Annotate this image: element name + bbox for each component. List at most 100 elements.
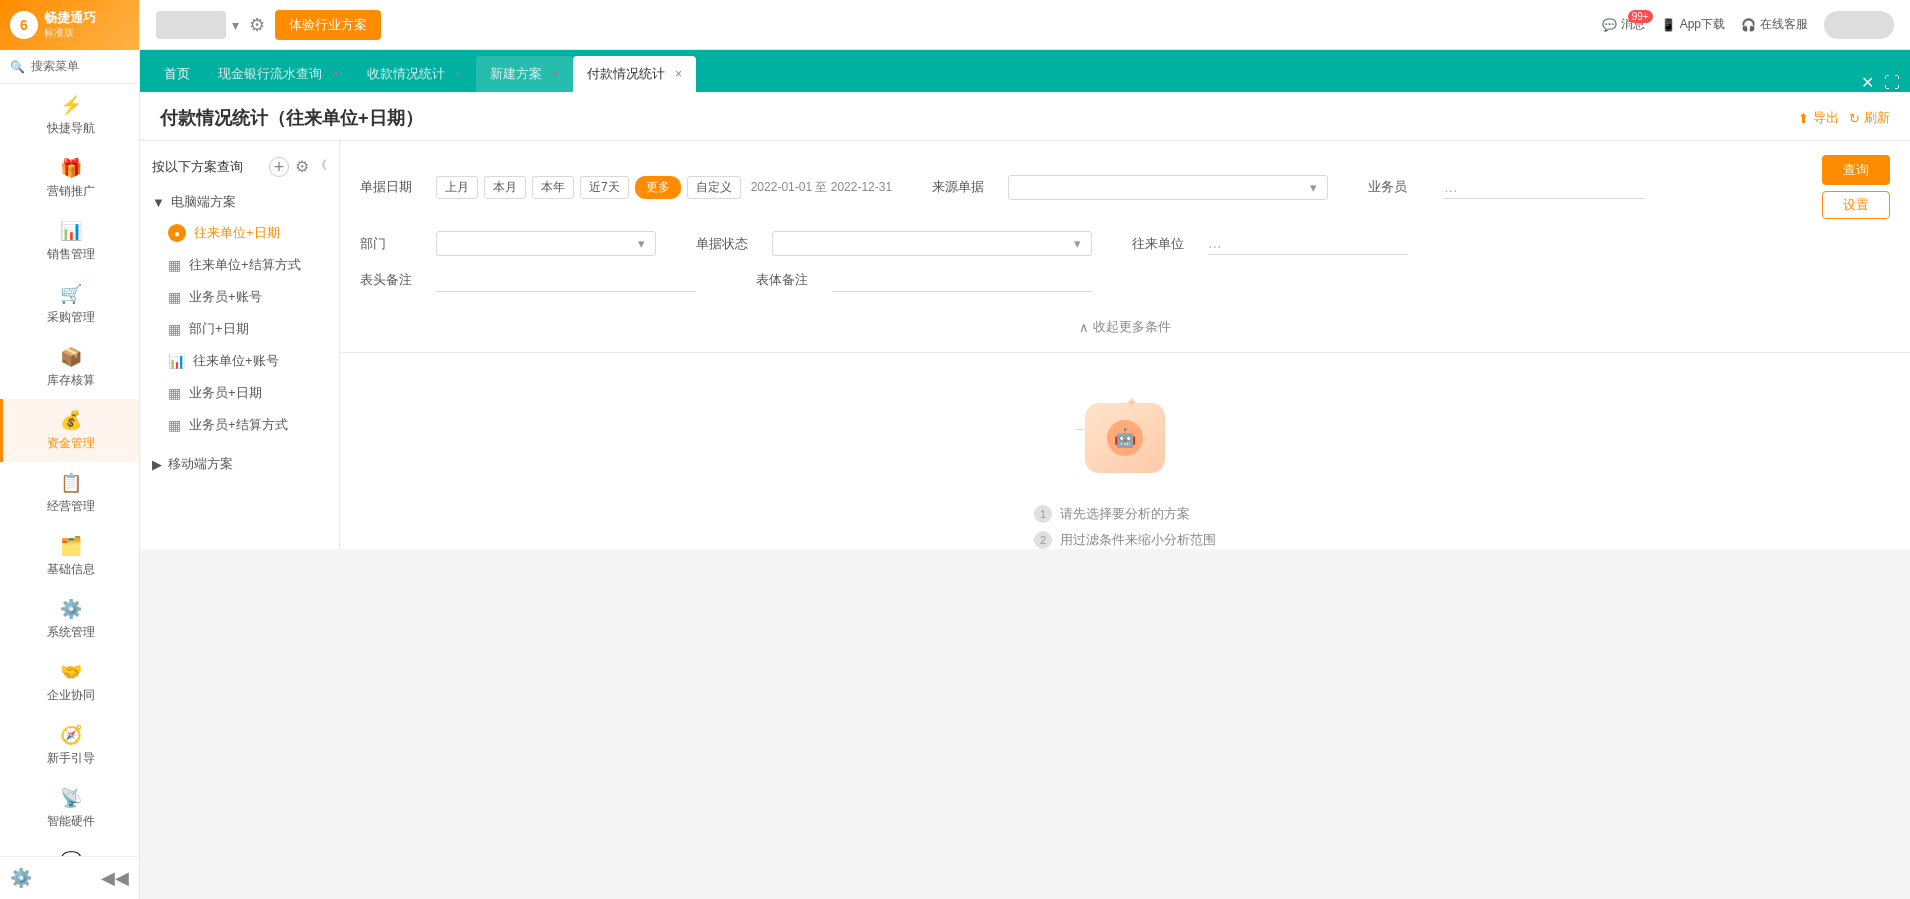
finance-icon: 💰 xyxy=(60,409,82,431)
trading-dots: ... xyxy=(1208,234,1408,252)
scheme-staff-settle[interactable]: ▦ 业务员+结算方式 xyxy=(140,409,339,441)
collapse-panel-icon[interactable]: 《 xyxy=(315,157,327,177)
right-content: 单据日期 上月 本月 本年 近7天 更多 自定义 2022-01-01 至 20… xyxy=(340,141,1910,549)
date-btn-last-month[interactable]: 上月 xyxy=(436,176,478,199)
scheme-icon: ▦ xyxy=(168,257,181,273)
tab-bank-flow-close[interactable]: × xyxy=(332,67,339,81)
sidebar-item-hardware[interactable]: 📡 智能硬件 xyxy=(0,777,139,840)
sidebar-item-finance[interactable]: 💰 资金管理 xyxy=(0,399,139,462)
sidebar-item-wechat[interactable]: 💬 企业微信 xyxy=(0,840,139,856)
scheme-dept-date[interactable]: ▦ 部门+日期 xyxy=(140,313,339,345)
sidebar-item-guide[interactable]: 🧭 新手引导 xyxy=(0,714,139,777)
group-arrow-icon: ▶ xyxy=(152,457,162,472)
tab-receipt-stats[interactable]: 收款情况统计 × xyxy=(353,56,476,92)
settings-scheme-icon[interactable]: ⚙ xyxy=(295,157,309,177)
date-btn-this-month[interactable]: 本月 xyxy=(484,176,526,199)
date-filter-btns: 上月 本月 本年 近7天 更多 自定义 2022-01-01 至 2022-12… xyxy=(436,176,892,199)
scheme-icon: ▦ xyxy=(168,417,181,433)
topbar-actions: 💬 消息 99+ 📱 App下载 🎧 在线客服 xyxy=(1602,11,1894,39)
collapse-sidebar-icon[interactable]: ◀◀ xyxy=(101,867,129,889)
tab-bank-flow[interactable]: 现金银行流水查询 × xyxy=(204,56,353,92)
sidebar-item-operation[interactable]: 📋 经营管理 xyxy=(0,462,139,525)
source-filter-label: 来源单据 xyxy=(932,178,988,196)
body-note-input[interactable] xyxy=(832,268,1092,292)
sidebar-search[interactable]: 🔍 搜索菜单 xyxy=(0,50,139,84)
scheme-trading-account[interactable]: 📊 往来单位+账号 xyxy=(140,345,339,377)
tab-close-all-icon[interactable]: ✕ xyxy=(1861,73,1874,92)
sidebar-item-label: 快捷导航 xyxy=(47,120,95,137)
tab-receipt-stats-close[interactable]: × xyxy=(455,67,462,81)
mobile-schemes-group[interactable]: ▶ 移动端方案 xyxy=(140,449,339,479)
search-label: 搜索菜单 xyxy=(31,58,79,75)
page-title: 付款情况统计（往来单位+日期） xyxy=(160,106,423,130)
add-scheme-icon[interactable]: + xyxy=(269,157,289,177)
date-btn-last-7-days[interactable]: 近7天 xyxy=(580,176,629,199)
user-selector[interactable]: ▾ xyxy=(156,11,239,39)
collapse-filter-btn[interactable]: ∧ 收起更多条件 xyxy=(1079,312,1171,342)
sidebar-item-label: 系统管理 xyxy=(47,624,95,641)
scheme-label: 往来单位+日期 xyxy=(194,224,280,242)
staff-dots: ... xyxy=(1444,178,1644,196)
online-service-btn[interactable]: 🎧 在线客服 xyxy=(1741,16,1808,33)
date-btn-this-year[interactable]: 本年 xyxy=(532,176,574,199)
tab-new-scheme-close[interactable]: × xyxy=(552,67,559,81)
tab-expand-icon[interactable]: ⛶ xyxy=(1884,74,1900,92)
sidebar-item-purchase[interactable]: 🛒 采购管理 xyxy=(0,273,139,336)
scheme-trading-settle[interactable]: ▦ 往来单位+结算方式 xyxy=(140,249,339,281)
desktop-schemes-group[interactable]: ▼ 电脑端方案 xyxy=(140,187,339,217)
sidebar-item-quick-nav[interactable]: ⚡ 快捷导航 xyxy=(0,84,139,147)
doc-status-select[interactable]: ▾ xyxy=(772,231,1092,256)
tab-new-scheme[interactable]: 新建方案 × xyxy=(476,56,573,92)
sidebar-item-label: 库存核算 xyxy=(47,372,95,389)
step-1-num: 1 xyxy=(1034,505,1052,523)
trial-button[interactable]: 体验行业方案 xyxy=(275,10,381,40)
settings-footer-icon[interactable]: ⚙️ xyxy=(10,867,32,889)
empty-state: 🤖 ✦ — 1 请先选择要分析的方案 2 用过滤条件 xyxy=(340,353,1910,549)
export-label: 导出 xyxy=(1813,109,1839,127)
sidebar-item-enterprise[interactable]: 🤝 企业协同 xyxy=(0,651,139,714)
scheme-trading-date[interactable]: ● 往来单位+日期 xyxy=(140,217,339,249)
source-select[interactable]: ▾ xyxy=(1008,175,1328,200)
user-dropdown-icon[interactable]: ▾ xyxy=(232,17,239,33)
dept-select[interactable]: ▾ xyxy=(436,231,656,256)
sidebar-item-label: 新手引导 xyxy=(47,750,95,767)
settings-button[interactable]: 设置 xyxy=(1822,191,1890,219)
scheme-staff-date[interactable]: ▦ 业务员+日期 xyxy=(140,377,339,409)
sidebar-item-label: 资金管理 xyxy=(47,435,95,452)
inventory-icon: 📦 xyxy=(60,346,82,368)
sidebar-item-system[interactable]: ⚙️ 系统管理 xyxy=(0,588,139,651)
date-btn-custom[interactable]: 自定义 xyxy=(687,176,741,199)
tab-home[interactable]: 首页 xyxy=(150,56,204,92)
sidebar-item-inventory[interactable]: 📦 库存核算 xyxy=(0,336,139,399)
filter-row-1: 单据日期 上月 本月 本年 近7天 更多 自定义 2022-01-01 至 20… xyxy=(360,155,1890,219)
topbar: ▾ ⚙ 体验行业方案 💬 消息 99+ 📱 App下载 🎧 在线客服 xyxy=(140,0,1910,50)
tab-payment-stats[interactable]: 付款情况统计 × xyxy=(573,56,696,92)
sidebar-item-label: 智能硬件 xyxy=(47,813,95,830)
doc-status-filter-label: 单据状态 xyxy=(696,235,752,253)
body-area: 按以下方案查询 + ⚙ 《 ▼ 电脑端方案 ● 往来单位+日期 xyxy=(140,141,1910,549)
query-button[interactable]: 查询 xyxy=(1822,155,1890,185)
body-note-label: 表体备注 xyxy=(756,271,812,289)
topbar-settings-icon[interactable]: ⚙ xyxy=(249,14,265,36)
message-btn[interactable]: 💬 消息 99+ xyxy=(1602,16,1645,33)
sidebar-item-sales[interactable]: 📊 销售管理 xyxy=(0,210,139,273)
date-range-display: 2022-01-01 至 2022-12-31 xyxy=(751,179,892,196)
app-icon: 📱 xyxy=(1661,18,1676,32)
sidebar-item-marketing[interactable]: 🎁 营销推广 xyxy=(0,147,139,210)
export-button[interactable]: ⬆ 导出 xyxy=(1798,109,1839,127)
sidebar-item-basic[interactable]: 🗂️ 基础信息 xyxy=(0,525,139,588)
left-panel-header-actions: + ⚙ 《 xyxy=(269,157,327,177)
header-note-input[interactable] xyxy=(436,268,696,292)
refresh-button[interactable]: ↻ 刷新 xyxy=(1849,109,1890,127)
app-download-btn[interactable]: 📱 App下载 xyxy=(1661,16,1725,33)
step-2-num: 2 xyxy=(1034,531,1052,549)
user-right-avatar[interactable] xyxy=(1824,11,1894,39)
staff-input-area[interactable]: ... xyxy=(1444,176,1644,199)
date-btn-more[interactable]: 更多 xyxy=(635,176,681,199)
trading-input-area[interactable]: ... xyxy=(1208,232,1408,255)
sidebar-item-label: 销售管理 xyxy=(47,246,95,263)
trading-filter-label: 往来单位 xyxy=(1132,235,1188,253)
scheme-staff-account[interactable]: ▦ 业务员+账号 xyxy=(140,281,339,313)
tab-payment-stats-close[interactable]: × xyxy=(675,67,682,81)
system-icon: ⚙️ xyxy=(60,598,82,620)
